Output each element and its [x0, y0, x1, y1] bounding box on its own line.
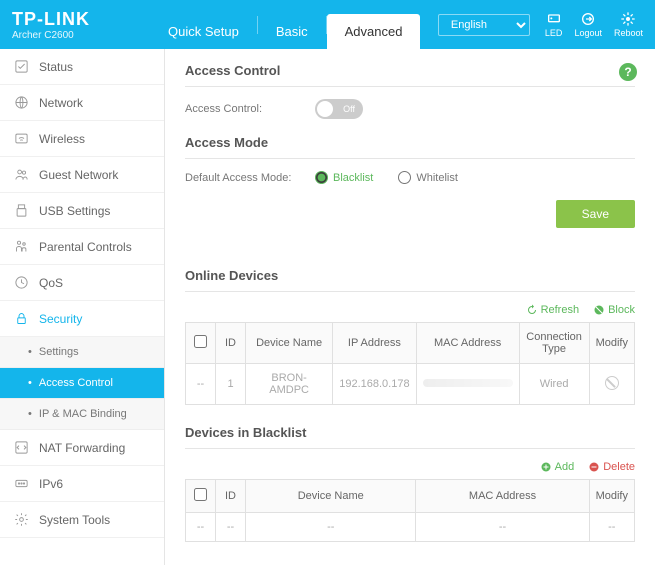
sidebar-item-nat[interactable]: NAT Forwarding [0, 430, 164, 466]
led-button[interactable]: LED [545, 11, 563, 38]
ipv6-icon [14, 476, 29, 491]
refresh-link[interactable]: Refresh [526, 304, 580, 316]
sidebar-item-qos[interactable]: QoS [0, 265, 164, 301]
delete-icon [588, 461, 600, 473]
logout-button[interactable]: Logout [574, 11, 602, 38]
block-icon [593, 304, 605, 316]
radio-whitelist[interactable]: Whitelist [398, 171, 458, 184]
add-icon [540, 461, 552, 473]
content: ? Access Control Access Control: Off Acc… [165, 49, 655, 565]
online-devices-title: Online Devices [185, 268, 635, 292]
brand-logo: TP-LINK [12, 9, 90, 30]
toggle-knob [317, 101, 333, 117]
sidebar-sub-access-control[interactable]: Access Control [0, 368, 164, 399]
sidebar-item-usb[interactable]: USB Settings [0, 193, 164, 229]
sidebar-sub-settings[interactable]: Settings [0, 337, 164, 368]
access-mode-title: Access Mode [185, 135, 635, 159]
usb-icon [14, 203, 29, 218]
tools-icon [14, 512, 29, 527]
security-submenu: Settings Access Control IP & MAC Binding [0, 337, 164, 430]
block-link[interactable]: Block [593, 304, 635, 316]
security-icon [14, 311, 29, 326]
sidebar-item-network[interactable]: Network [0, 85, 164, 121]
sidebar-item-parental[interactable]: Parental Controls [0, 229, 164, 265]
sidebar-item-status[interactable]: Status [0, 49, 164, 85]
parental-icon [14, 239, 29, 254]
access-mode-label: Default Access Mode: [185, 172, 315, 184]
tab-advanced[interactable]: Advanced [327, 14, 421, 49]
delete-link[interactable]: Delete [588, 461, 635, 473]
brand: TP-LINK Archer C2600 [12, 9, 90, 41]
sidebar-item-security[interactable]: Security [0, 301, 164, 337]
block-device-icon[interactable] [605, 376, 619, 390]
access-control-label: Access Control: [185, 103, 315, 115]
tab-quick-setup[interactable]: Quick Setup [150, 14, 257, 49]
select-all-blacklist[interactable] [194, 488, 207, 501]
qos-icon [14, 275, 29, 290]
sidebar-item-tools[interactable]: System Tools [0, 502, 164, 538]
led-icon [546, 11, 562, 27]
sidebar-sub-ip-mac-binding[interactable]: IP & MAC Binding [0, 399, 164, 430]
table-row: -- 1 BRON-AMDPC 192.168.0.178 Wired [186, 364, 635, 405]
nav-tabs: Quick Setup Basic Advanced [150, 0, 420, 49]
save-button[interactable]: Save [556, 200, 635, 228]
sidebar-item-wireless[interactable]: Wireless [0, 121, 164, 157]
blacklist-title: Devices in Blacklist [185, 425, 635, 449]
select-all-online[interactable] [194, 335, 207, 348]
blacklist-table: ID Device Name MAC Address Modify -- -- … [185, 479, 635, 542]
sidebar-item-guest[interactable]: Guest Network [0, 157, 164, 193]
guest-icon [14, 167, 29, 182]
logout-icon [580, 11, 596, 27]
mac-obscured [423, 379, 513, 387]
language-select[interactable]: English [438, 14, 530, 36]
reboot-button[interactable]: Reboot [614, 11, 643, 38]
nat-icon [14, 440, 29, 455]
reboot-icon [620, 11, 636, 27]
wireless-icon [14, 131, 29, 146]
access-control-toggle[interactable]: Off [315, 99, 363, 119]
help-button[interactable]: ? [619, 63, 637, 81]
status-icon [14, 59, 29, 74]
sidebar-item-ipv6[interactable]: IPv6 [0, 466, 164, 502]
header: TP-LINK Archer C2600 Quick Setup Basic A… [0, 0, 655, 49]
tab-basic[interactable]: Basic [258, 14, 326, 49]
online-devices-table: ID Device Name IP Address MAC Address Co… [185, 322, 635, 405]
network-icon [14, 95, 29, 110]
refresh-icon [526, 304, 538, 316]
radio-blacklist[interactable]: Blacklist [315, 171, 373, 184]
brand-model: Archer C2600 [12, 30, 90, 41]
add-link[interactable]: Add [540, 461, 575, 473]
access-control-title: Access Control [185, 63, 635, 87]
table-row: -- -- -- -- -- [186, 513, 635, 542]
sidebar: Status Network Wireless Guest Network US… [0, 49, 165, 565]
